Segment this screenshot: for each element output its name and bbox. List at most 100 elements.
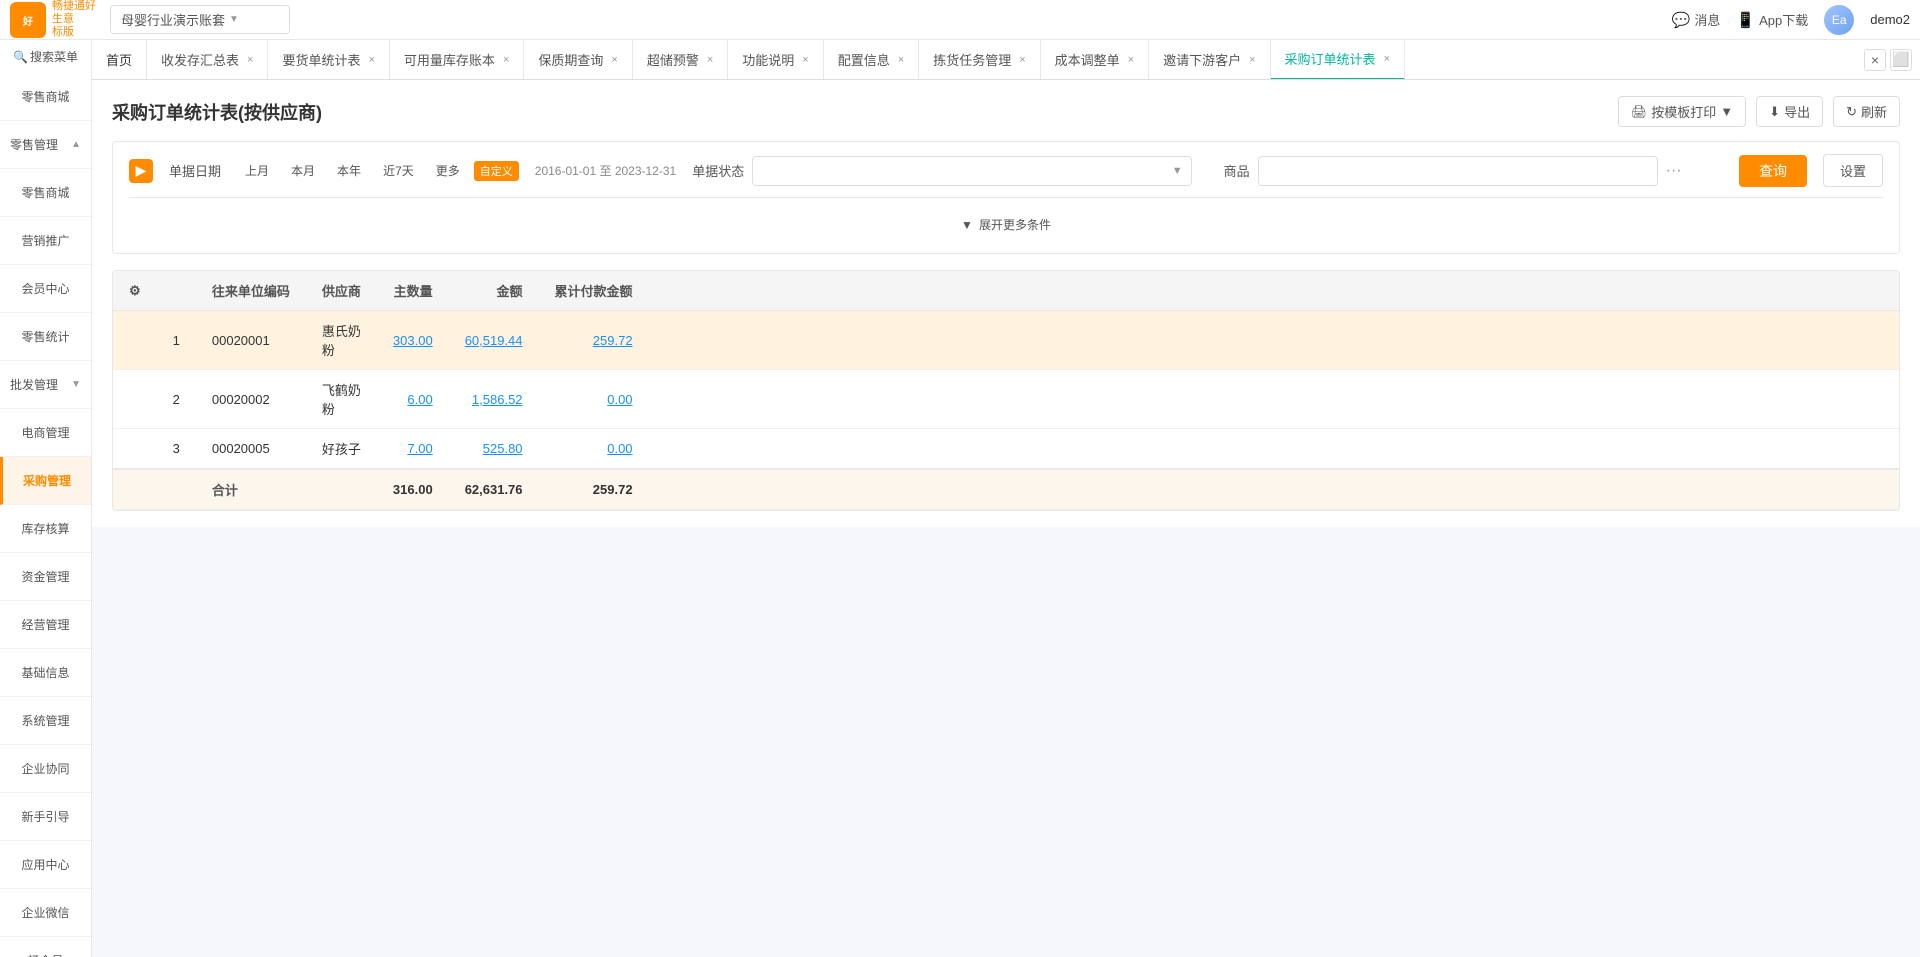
expand-more-button[interactable]: ▼ 展开更多条件 <box>953 208 1059 241</box>
close-icon[interactable]: × <box>898 54 904 66</box>
sidebar-item-system-mgmt[interactable]: 系统管理 <box>0 697 91 745</box>
sidebar-item-basic-info[interactable]: 基础信息 <box>0 649 91 697</box>
sidebar-item-stock-check[interactable]: 库存核算 <box>0 505 91 553</box>
tab-cost-adjust[interactable]: 成本调整单 × <box>1041 40 1149 80</box>
sidebar-item-enterprise-wechat[interactable]: 企业微信 <box>0 889 91 937</box>
tab-config-info[interactable]: 配置信息 × <box>824 40 919 80</box>
sidebar-item-retail-store[interactable]: 零售商城 <box>0 169 91 217</box>
row-code: 00020002 <box>196 370 306 429</box>
paid-amount-link[interactable]: 0.00 <box>607 441 632 456</box>
close-icon[interactable]: × <box>707 54 713 66</box>
title-actions: 🖨 按模板打印 ▼ ⬇ 导出 ↻ 刷新 <box>1618 96 1900 127</box>
sidebar-item-purchase-mgmt[interactable]: 采购管理 <box>0 457 91 505</box>
enterprise-wechat-label: 企业微信 <box>21 904 69 921</box>
sidebar-item-marketing[interactable]: 营销推广 <box>0 217 91 265</box>
org-name: 母婴行业演示账套 <box>121 10 225 29</box>
close-icon[interactable]: × <box>1128 54 1134 66</box>
close-icon[interactable]: × <box>1019 54 1025 66</box>
vip-member-label: 畅会员 <box>27 952 63 957</box>
sidebar-item-operation-mgmt[interactable]: 经营管理 <box>0 601 91 649</box>
close-icon[interactable]: × <box>611 54 617 66</box>
gear-icon[interactable]: ⚙ <box>129 283 141 298</box>
sidebar-item-ecommerce-mgmt[interactable]: 电商管理 <box>0 409 91 457</box>
tab-expiry-query[interactable]: 保质期查询 × <box>524 40 632 80</box>
message-button[interactable]: 💬 消息 <box>1672 10 1721 29</box>
table-footer-row: 合计 316.00 62,631.76 259.72 <box>113 469 1899 510</box>
more-options-icon[interactable]: ··· <box>1666 162 1682 180</box>
sidebar-item-wholesale-mgmt[interactable]: 批发管理 ▼ <box>0 361 91 409</box>
amount-link[interactable]: 60,519.44 <box>465 333 523 348</box>
goods-input[interactable] <box>1258 156 1658 186</box>
row-extra <box>649 429 1899 470</box>
chevron-up-icon: ▲ <box>71 139 81 150</box>
close-icon[interactable]: × <box>368 54 374 66</box>
custom-date-badge[interactable]: 自定义 <box>474 161 519 181</box>
shortcut-7days[interactable]: 近7天 <box>375 160 422 181</box>
print-button[interactable]: 🖨 按模板打印 ▼ <box>1618 96 1746 127</box>
export-button[interactable]: ⬇ 导出 <box>1756 96 1823 127</box>
sidebar-item-app-center[interactable]: 应用中心 <box>0 841 91 889</box>
sidebar-item-newbie-guide[interactable]: 新手引导 <box>0 793 91 841</box>
logo-text: 畅捷通好生意 <box>52 0 100 26</box>
retail-mgmt-label: 零售管理 <box>10 136 58 153</box>
download-icon: 📱 <box>1736 11 1755 29</box>
tab-purchase-summary[interactable]: 采购订单统计表 × <box>1271 40 1405 80</box>
close-icon[interactable]: × <box>1249 54 1255 66</box>
tab-receive-send[interactable]: 收发存汇总表 × <box>147 40 268 80</box>
export-icon: ⬇ <box>1769 104 1780 120</box>
tab-home[interactable]: 首页 <box>92 40 147 80</box>
main-qty-link[interactable]: 6.00 <box>407 392 432 407</box>
paid-amount-link[interactable]: 0.00 <box>607 392 632 407</box>
sidebar-item-finance-mgmt[interactable]: 资金管理 <box>0 553 91 601</box>
close-icon[interactable]: × <box>802 54 808 66</box>
chevron-down-icon: ▼ <box>71 379 81 390</box>
shortcut-more[interactable]: 更多 <box>428 160 468 181</box>
search-icon: 🔍 <box>13 50 28 64</box>
shortcut-last-month[interactable]: 上月 <box>237 160 277 181</box>
shortcut-this-year[interactable]: 本年 <box>329 160 369 181</box>
print-label: 按模板打印 <box>1651 102 1716 121</box>
user-name[interactable]: demo2 <box>1870 12 1910 27</box>
refresh-label: 刷新 <box>1861 102 1887 121</box>
enterprise-coop-label: 企业协同 <box>21 760 69 777</box>
tab-available-stock[interactable]: 可用量库存账本 × <box>390 40 524 80</box>
main-qty-link[interactable]: 303.00 <box>393 333 433 348</box>
status-select[interactable]: ▼ <box>752 156 1191 186</box>
paid-amount-link[interactable]: 259.72 <box>593 333 633 348</box>
filter-toggle-button[interactable]: ▶ <box>129 159 153 183</box>
sidebar-item-member-center[interactable]: 会员中心 <box>0 265 91 313</box>
sidebar-item-quick-nav[interactable]: 零售商城 <box>0 73 91 121</box>
amount-link[interactable]: 525.80 <box>483 441 523 456</box>
expand-divider <box>129 197 1883 198</box>
close-icon[interactable]: × <box>247 54 253 66</box>
org-selector[interactable]: 母婴行业演示账套 ▼ <box>110 5 290 34</box>
goods-filter: 商品 ··· <box>1224 156 1723 186</box>
row-supplier: 好孩子 <box>306 429 377 470</box>
member-center-label: 会员中心 <box>21 280 69 297</box>
close-icon[interactable]: × <box>503 54 509 66</box>
stock-check-label: 库存核算 <box>21 520 69 537</box>
newbie-guide-label: 新手引导 <box>21 808 69 825</box>
app-download-button[interactable]: 📱 App下载 <box>1736 10 1808 29</box>
tab-picking-task[interactable]: 拣货任务管理 × <box>919 40 1040 80</box>
main-qty-link[interactable]: 7.00 <box>407 441 432 456</box>
sidebar-item-retail-stats[interactable]: 零售统计 <box>0 313 91 361</box>
close-icon[interactable]: × <box>1384 53 1390 65</box>
tab-cost-adjust-label: 成本调整单 <box>1055 50 1120 69</box>
settings-button[interactable]: 设置 <box>1823 154 1883 187</box>
amount-link[interactable]: 1,586.52 <box>472 392 523 407</box>
tab-invite-downstream[interactable]: 邀请下游客户 × <box>1149 40 1270 80</box>
tab-end-buttons: × ⬜ <box>1856 49 1920 71</box>
shortcut-this-month[interactable]: 本月 <box>283 160 323 181</box>
sidebar-item-vip-member[interactable]: 畅会员 <box>0 937 91 957</box>
refresh-button[interactable]: ↻ 刷新 <box>1833 96 1900 127</box>
sidebar-item-retail-mgmt[interactable]: 零售管理 ▲ <box>0 121 91 169</box>
maximize-button[interactable]: ⬜ <box>1890 49 1912 71</box>
query-button[interactable]: 查询 <box>1739 155 1807 187</box>
tab-goods-stats[interactable]: 要货单统计表 × <box>268 40 389 80</box>
close-tab-button[interactable]: × <box>1864 49 1886 71</box>
sidebar-item-enterprise-coop[interactable]: 企业协同 <box>0 745 91 793</box>
tab-func-desc[interactable]: 功能说明 × <box>728 40 823 80</box>
tab-overstock[interactable]: 超储预警 × <box>633 40 728 80</box>
sidebar-item-search[interactable]: 🔍 搜索菜单 <box>0 40 91 73</box>
